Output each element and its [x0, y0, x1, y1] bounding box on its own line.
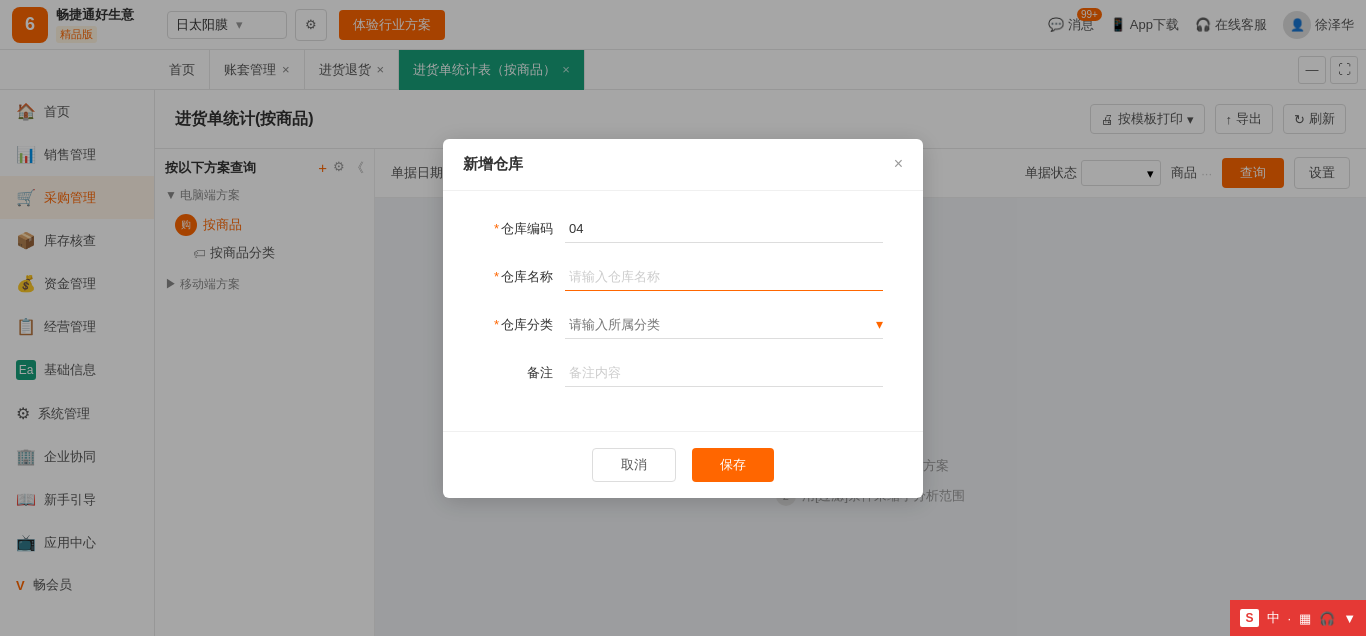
form-row-category: 仓库分类 ▾: [483, 311, 883, 339]
code-input[interactable]: [565, 215, 883, 243]
category-dropdown-arrow: ▾: [876, 316, 883, 332]
note-label: 备注: [483, 364, 553, 382]
dialog-title: 新增仓库: [463, 155, 523, 174]
name-label: 仓库名称: [483, 268, 553, 286]
form-row-note: 备注: [483, 359, 883, 387]
dialog-close-btn[interactable]: ×: [894, 155, 903, 173]
bottom-arrow-icon: ▼: [1343, 611, 1356, 626]
code-label: 仓库编码: [483, 220, 553, 238]
dialog-footer: 取消 保存: [443, 431, 923, 498]
dialog-body: 仓库编码 仓库名称 仓库分类 ▾ 备注: [443, 191, 923, 431]
bottom-status-bar: S 中 · ▦ 🎧 ▼: [1230, 600, 1366, 636]
save-btn[interactable]: 保存: [692, 448, 774, 482]
s-logo: S: [1240, 609, 1258, 627]
dialog-header: 新增仓库 ×: [443, 139, 923, 191]
bottom-dot-icon: ·: [1288, 611, 1292, 626]
category-select-wrapper: ▾: [565, 311, 883, 339]
cancel-btn[interactable]: 取消: [592, 448, 676, 482]
add-warehouse-dialog: 新增仓库 × 仓库编码 仓库名称 仓库分类 ▾: [443, 139, 923, 498]
name-input[interactable]: [565, 263, 883, 291]
note-input[interactable]: [565, 359, 883, 387]
category-input[interactable]: [565, 311, 876, 338]
form-row-name: 仓库名称: [483, 263, 883, 291]
bottom-chinese-label: 中: [1267, 609, 1280, 627]
bottom-grid-icon: ▦: [1299, 611, 1311, 626]
modal-overlay: 新增仓库 × 仓库编码 仓库名称 仓库分类 ▾: [0, 0, 1366, 636]
form-row-code: 仓库编码: [483, 215, 883, 243]
category-label: 仓库分类: [483, 316, 553, 334]
bottom-headset-icon: 🎧: [1319, 611, 1335, 626]
